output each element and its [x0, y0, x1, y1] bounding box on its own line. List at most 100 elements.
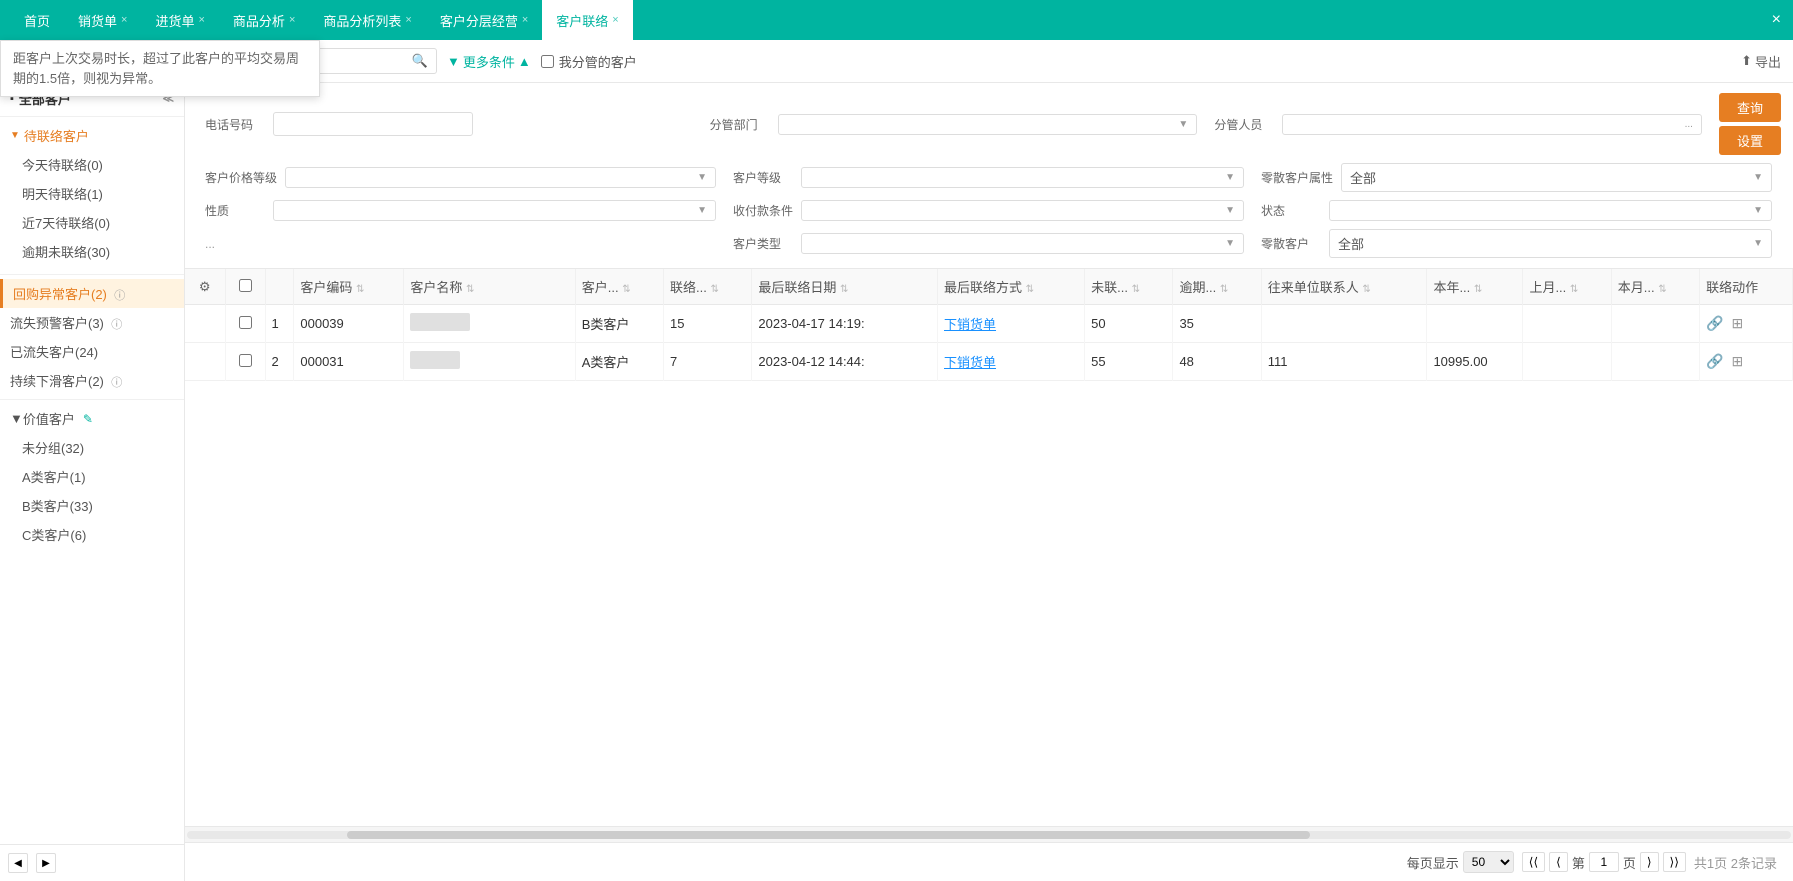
table-header-row: ⚙ 客户编码 ⇅ 客户名称 — [185, 269, 1793, 305]
ungrouped-label: 未分组(32) — [22, 441, 84, 456]
filter-dept-select[interactable]: ▼ — [778, 114, 1198, 135]
page-number-input[interactable] — [1589, 852, 1619, 872]
horizontal-scrollbar[interactable] — [185, 826, 1793, 842]
next-page-button[interactable]: ⟩ — [1640, 852, 1659, 872]
sidebar-next-icon[interactable]: ▶ — [36, 853, 56, 873]
filter-customer-type-cell: 客户类型 ▼ — [725, 233, 1253, 254]
sidebar-item-b-class[interactable]: B类客户(33) — [0, 491, 184, 520]
pending-contact-header[interactable]: ▼ 待联络客户 — [0, 121, 184, 150]
th-last-contact-method-label: 最后联络方式 — [944, 280, 1022, 295]
filter-gender-select[interactable]: ▼ — [273, 200, 716, 221]
th-this-month[interactable]: 本月... ⇅ — [1611, 269, 1699, 305]
th-grade[interactable]: 客户... ⇅ — [575, 269, 663, 305]
sidebar-item-a-class[interactable]: A类客户(1) — [0, 462, 184, 491]
filter-grade-cell: 客户等级 ▼ — [725, 167, 1253, 188]
my-customer-checkbox[interactable] — [541, 55, 554, 68]
edit-value-customer-icon[interactable]: ✎ — [83, 412, 93, 426]
sidebar-item-week-contact[interactable]: 近7天待联络(0) — [0, 208, 184, 237]
nav-customer-segment-close[interactable]: × — [522, 14, 528, 26]
prev-page-button[interactable]: ⟨ — [1549, 852, 1568, 872]
th-this-year[interactable]: 本年... ⇅ — [1427, 269, 1523, 305]
nav-purchase[interactable]: 进货单 × — [141, 0, 218, 40]
filter-payment-select[interactable]: ▼ — [801, 200, 1244, 221]
sidebar-item-overdue-contact[interactable]: 逾期未联络(30) — [0, 237, 184, 266]
filter-status-select[interactable]: ▼ — [1329, 200, 1772, 221]
sidebar-item-repurchase-abnormal[interactable]: 回购异常客户(2) ⓘ — [0, 279, 184, 308]
value-customer-header[interactable]: ▼ 价值客户 ✎ — [0, 404, 184, 433]
pagination: 每页显示 50 20 100 200 ⟨⟨ ⟨ 第 页 ⟩ ⟩⟩ — [185, 842, 1793, 881]
sidebar-item-today-contact[interactable]: 今天待联络(0) — [0, 150, 184, 179]
nav-customer-contact-close[interactable]: × — [612, 14, 618, 26]
sidebar-item-churn-warning[interactable]: 流失预警客户(3) ⓘ — [0, 308, 184, 337]
filter-row-2: 客户价格等级 ▼ 客户等级 ▼ 零散客户属性 全部 — [197, 163, 1781, 192]
query-button[interactable]: 查询 — [1719, 93, 1781, 122]
filter-status-cell: 状态 ▼ — [1253, 200, 1781, 221]
filter-payment-label: 收付款条件 — [733, 202, 793, 219]
sidebar-item-tomorrow-contact[interactable]: 明天待联络(1) — [0, 179, 184, 208]
row-2-last-contact-method[interactable]: 下销货单 — [944, 355, 996, 370]
td-last-contact-date-1: 2023-04-17 14:19: — [752, 305, 938, 343]
nav-goods-analysis[interactable]: 商品分析 × — [219, 0, 309, 40]
sidebar-prev-icon[interactable]: ◀ — [8, 853, 28, 873]
nav-sales-close[interactable]: × — [121, 14, 127, 26]
th-last-contact-date[interactable]: 最后联络日期 ⇅ — [752, 269, 938, 305]
row-2-contact-person: 111 — [1268, 354, 1288, 369]
filter-phone-input[interactable] — [273, 112, 473, 136]
scroll-thumb[interactable] — [347, 831, 1309, 839]
filter-grade-select[interactable]: ▼ — [801, 167, 1244, 188]
filter-retail-customer-select[interactable]: 全部 ▼ — [1329, 229, 1772, 258]
row-1-grid-icon[interactable]: ⊞ — [1732, 315, 1744, 332]
sidebar-item-declining[interactable]: 持续下滑客户(2) ⓘ — [0, 366, 184, 395]
nav-purchase-close[interactable]: × — [198, 14, 204, 26]
th-uncontacted[interactable]: 未联... ⇅ — [1085, 269, 1173, 305]
row-1-checkbox[interactable] — [239, 316, 252, 329]
th-contact[interactable]: 联络... ⇅ — [664, 269, 752, 305]
nav-customer-segment[interactable]: 客户分层经营 × — [426, 0, 542, 40]
sidebar-item-ungrouped[interactable]: 未分组(32) — [0, 433, 184, 462]
nav-goods-analysis-list-close[interactable]: × — [405, 14, 411, 26]
sort-name-icon: ⇅ — [466, 284, 474, 295]
sort-grade-icon: ⇅ — [622, 284, 630, 295]
nav-goods-analysis-close[interactable]: × — [289, 14, 295, 26]
filter-retail-attr-select[interactable]: 全部 ▼ — [1341, 163, 1772, 192]
th-last-month[interactable]: 上月... ⇅ — [1523, 269, 1611, 305]
search-icon-button[interactable]: 🔍 — [412, 53, 428, 69]
th-contact-person[interactable]: 往来单位联系人 ⇅ — [1261, 269, 1427, 305]
th-last-contact-method[interactable]: 最后联络方式 ⇅ — [938, 269, 1085, 305]
close-all-button[interactable]: × — [1772, 11, 1781, 29]
th-name[interactable]: 客户名称 ⇅ — [404, 269, 575, 305]
nav-sales[interactable]: 销货单 × — [64, 0, 141, 40]
more-filters-button[interactable]: ▼ 更多条件 ▲ — [447, 52, 531, 71]
settings-button[interactable]: 设置 — [1719, 126, 1781, 155]
first-page-button[interactable]: ⟨⟨ — [1522, 852, 1545, 872]
export-button[interactable]: ⬆ 导出 — [1741, 52, 1781, 71]
nav-goods-analysis-list[interactable]: 商品分析列表 × — [309, 0, 425, 40]
row-1-last-contact-method[interactable]: 下销货单 — [944, 317, 996, 332]
per-page-dropdown[interactable]: 50 20 100 200 — [1463, 851, 1514, 873]
sidebar-item-c-class[interactable]: C类客户(6) — [0, 520, 184, 549]
divider-1 — [0, 274, 184, 275]
row-2-grid-icon[interactable]: ⊞ — [1732, 353, 1744, 370]
sidebar-item-churned[interactable]: 已流失客户(24) — [0, 337, 184, 366]
nav-goods-analysis-list-label: 商品分析列表 — [323, 11, 401, 30]
nav-customer-contact[interactable]: 客户联络 × — [542, 0, 632, 40]
filter-arrow-icon: ▲ — [518, 54, 531, 69]
filter-person-label: 分管人员 — [1214, 116, 1274, 133]
row-2-link-icon[interactable]: 🔗 — [1706, 353, 1723, 370]
filter-customer-type-select[interactable]: ▼ — [801, 233, 1244, 254]
row-2-checkbox[interactable] — [239, 354, 252, 367]
filter-person-select[interactable]: ... — [1282, 114, 1702, 135]
th-code[interactable]: 客户编码 ⇅ — [294, 269, 404, 305]
filter-person-cell: 分管人员 ... — [1206, 114, 1711, 135]
select-all-checkbox[interactable] — [239, 279, 252, 292]
td-last-contact-method-2: 下销货单 — [938, 343, 1085, 381]
scroll-track — [187, 831, 1791, 839]
filter-price-grade-select[interactable]: ▼ — [285, 167, 716, 188]
nav-home[interactable]: 首页 — [10, 0, 64, 40]
settings-gear-icon[interactable]: ⚙ — [193, 273, 217, 300]
row-1-link-icon[interactable]: 🔗 — [1706, 315, 1723, 332]
more-filter-btn[interactable]: ... — [205, 237, 215, 251]
last-page-button[interactable]: ⟩⟩ — [1663, 852, 1686, 872]
td-grade-1: B类客户 — [575, 305, 663, 343]
th-overdue[interactable]: 逾期... ⇅ — [1173, 269, 1261, 305]
